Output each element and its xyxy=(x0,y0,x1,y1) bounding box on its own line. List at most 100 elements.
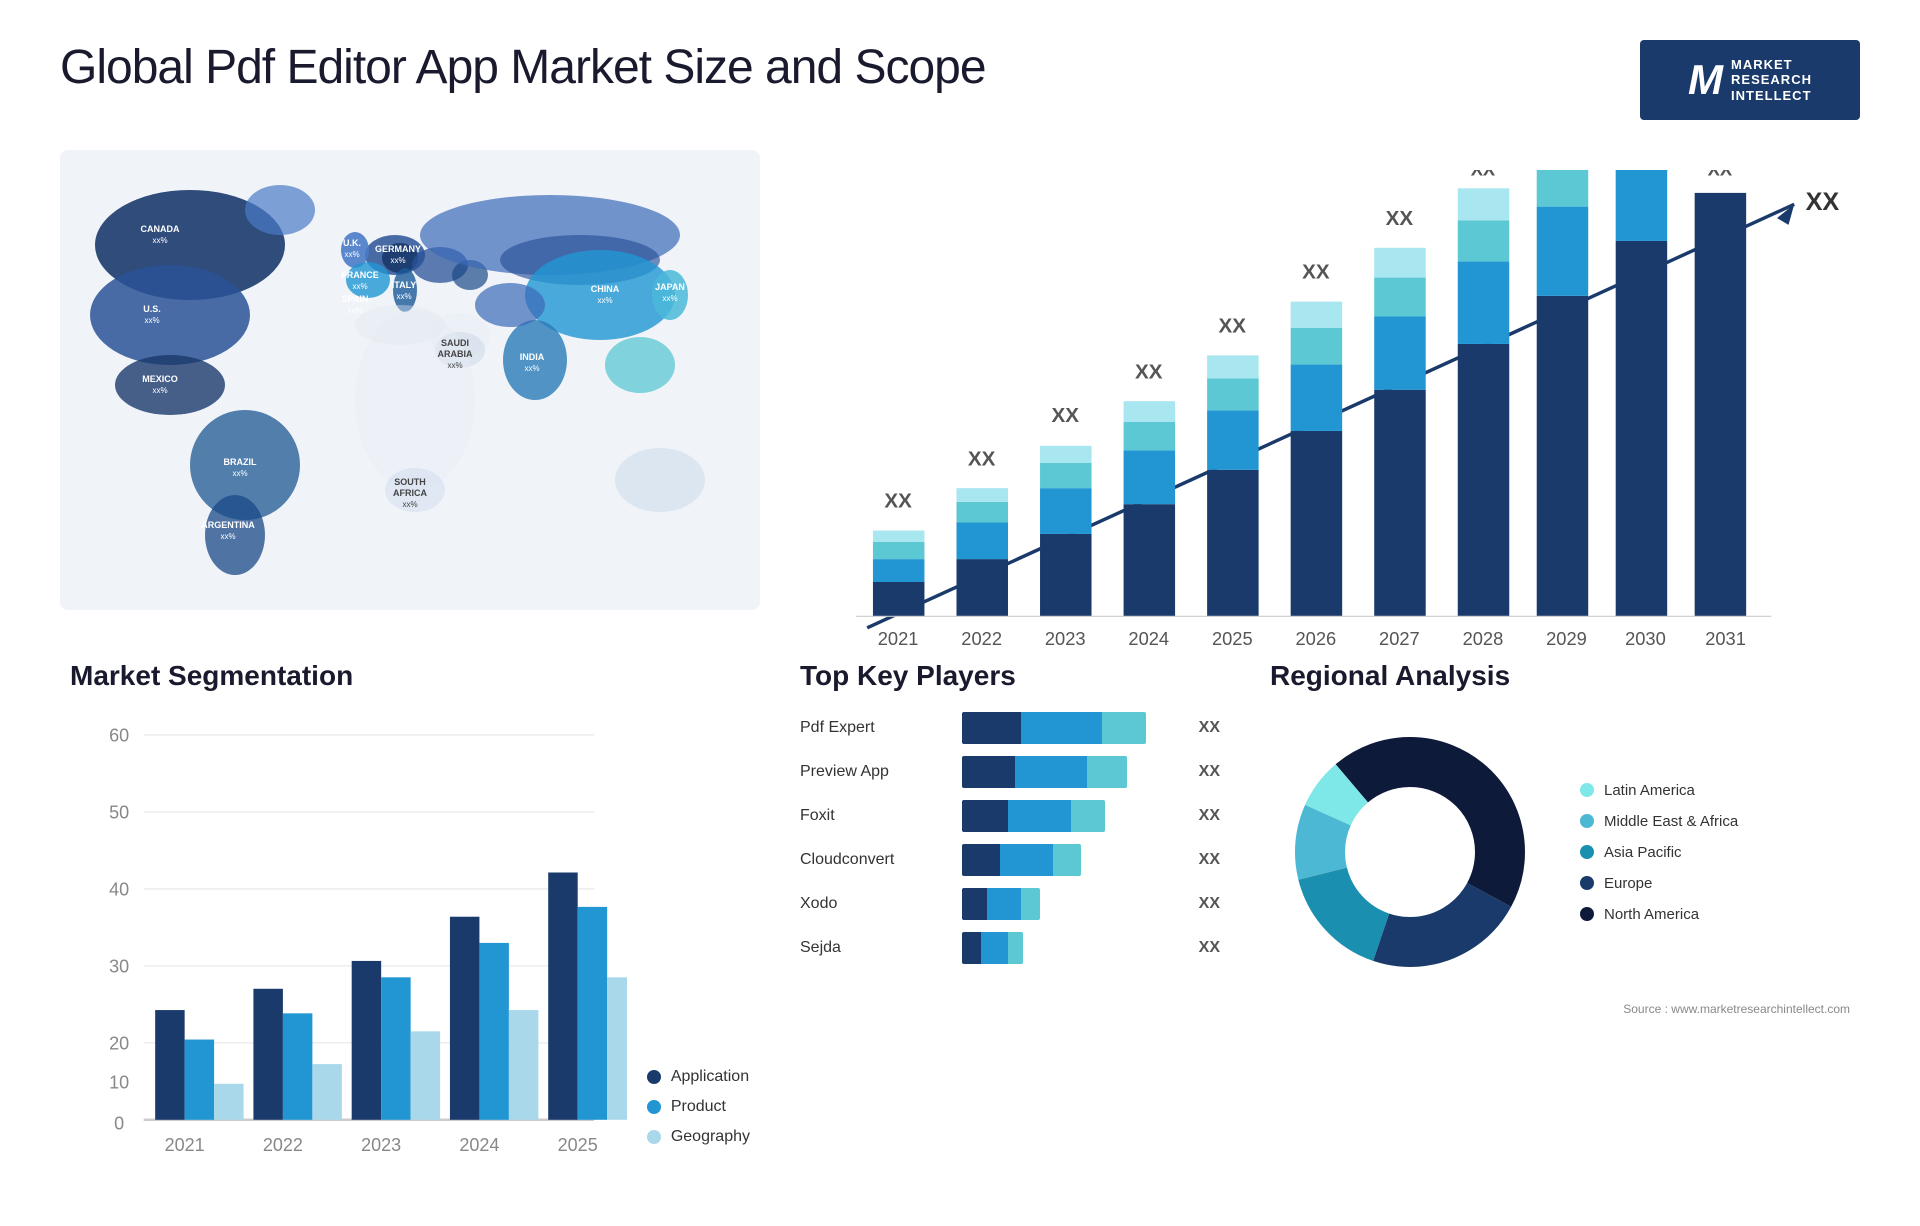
svg-text:2025: 2025 xyxy=(1212,628,1253,649)
map-section: CANADA xx% U.S. xx% MEXICO xx% BRAZIL xx… xyxy=(60,150,760,610)
svg-text:2031: 2031 xyxy=(1705,628,1746,649)
player-bar-container-0 xyxy=(962,712,1179,744)
player-bar-container-5 xyxy=(962,932,1179,964)
svg-text:xx%: xx% xyxy=(152,386,167,395)
svg-text:2027: 2027 xyxy=(1379,628,1420,649)
svg-text:XX: XX xyxy=(1386,207,1414,230)
legend-item-geography: Geography xyxy=(647,1128,750,1146)
svg-text:XX: XX xyxy=(1135,360,1163,383)
player-xx-3: XX xyxy=(1199,851,1220,869)
legend-item-product: Product xyxy=(647,1098,750,1116)
main-grid: CANADA xx% U.S. xx% MEXICO xx% BRAZIL xx… xyxy=(60,150,1860,1186)
players-section: Top Key Players Pdf Expert XX Preview Ap xyxy=(790,650,1230,1186)
logo-text: M MARKET RESEARCH INTELLECT xyxy=(1688,57,1812,104)
regional-label-north-america: North America xyxy=(1604,906,1699,923)
svg-text:ARGENTINA: ARGENTINA xyxy=(201,520,255,530)
logo-box: M MARKET RESEARCH INTELLECT xyxy=(1640,40,1860,120)
svg-text:2025: 2025 xyxy=(558,1135,598,1155)
regional-legend-europe: Europe xyxy=(1580,875,1738,892)
segmentation-section: Market Segmentation 60 50 40 30 20 10 0 xyxy=(60,650,760,1186)
player-name-4: Xodo xyxy=(800,895,950,913)
player-row: Xodo XX xyxy=(800,888,1220,920)
segmentation-svg: 60 50 40 30 20 10 0 xyxy=(70,712,627,1171)
svg-text:BRAZIL: BRAZIL xyxy=(224,457,257,467)
regional-dot-north-america xyxy=(1580,907,1594,921)
svg-text:XX: XX xyxy=(968,447,996,470)
legend-dot-application xyxy=(647,1070,661,1084)
logo-letter: M xyxy=(1688,59,1723,101)
svg-text:xx%: xx% xyxy=(402,500,417,509)
player-name-3: Cloudconvert xyxy=(800,851,950,869)
svg-text:U.K.: U.K. xyxy=(343,238,361,248)
svg-text:2022: 2022 xyxy=(263,1135,303,1155)
player-row: Preview App XX xyxy=(800,756,1220,788)
header: Global Pdf Editor App Market Size and Sc… xyxy=(60,40,1860,120)
source-text: Source : www.marketresearchintellect.com xyxy=(1270,1002,1850,1016)
svg-text:XX: XX xyxy=(884,490,912,513)
svg-text:XX: XX xyxy=(1471,170,1496,180)
svg-text:0: 0 xyxy=(114,1114,124,1134)
svg-text:JAPAN: JAPAN xyxy=(655,282,685,292)
svg-text:2030: 2030 xyxy=(1625,628,1666,649)
player-row: Pdf Expert XX xyxy=(800,712,1220,744)
svg-text:xx%: xx% xyxy=(396,292,411,301)
regional-dot-latin xyxy=(1580,783,1594,797)
legend-label-application: Application xyxy=(671,1068,749,1086)
svg-text:xx%: xx% xyxy=(390,256,405,265)
svg-text:2024: 2024 xyxy=(1128,628,1169,649)
svg-text:XX: XX xyxy=(1708,170,1733,180)
legend-item-application: Application xyxy=(647,1068,750,1086)
svg-text:XX: XX xyxy=(1806,188,1840,216)
svg-text:INDIA: INDIA xyxy=(520,352,545,362)
page-title: Global Pdf Editor App Market Size and Sc… xyxy=(60,40,986,95)
player-name-0: Pdf Expert xyxy=(800,719,950,737)
svg-text:2023: 2023 xyxy=(361,1135,401,1155)
svg-text:ARABIA: ARABIA xyxy=(438,349,473,359)
svg-text:xx%: xx% xyxy=(220,532,235,541)
regional-label-latin: Latin America xyxy=(1604,782,1695,799)
regional-legend: Latin America Middle East & Africa Asia … xyxy=(1580,782,1738,923)
player-name-5: Sejda xyxy=(800,939,950,957)
player-row: Cloudconvert XX xyxy=(800,844,1220,876)
svg-text:2023: 2023 xyxy=(1045,628,1086,649)
svg-text:CANADA: CANADA xyxy=(141,224,180,234)
svg-text:GERMANY: GERMANY xyxy=(375,244,421,254)
regional-label-asia: Asia Pacific xyxy=(1604,844,1682,861)
regional-section: Regional Analysis xyxy=(1260,650,1860,1186)
player-name-1: Preview App xyxy=(800,763,950,781)
svg-text:xx%: xx% xyxy=(352,282,367,291)
player-xx-5: XX xyxy=(1199,939,1220,957)
logo-words: MARKET RESEARCH INTELLECT xyxy=(1731,57,1812,104)
svg-text:ITALY: ITALY xyxy=(392,280,417,290)
svg-text:FRANCE: FRANCE xyxy=(341,270,379,280)
player-bar-container-4 xyxy=(962,888,1179,920)
player-bar-container-1 xyxy=(962,756,1179,788)
svg-text:2024: 2024 xyxy=(459,1135,499,1155)
svg-text:xx%: xx% xyxy=(232,469,247,478)
svg-text:10: 10 xyxy=(109,1073,129,1093)
world-map-svg: CANADA xx% U.S. xx% MEXICO xx% BRAZIL xx… xyxy=(60,150,760,610)
svg-text:xx%: xx% xyxy=(347,306,362,315)
regional-dot-mea xyxy=(1580,814,1594,828)
svg-text:SOUTH: SOUTH xyxy=(394,477,426,487)
seg-chart-area: 60 50 40 30 20 10 0 xyxy=(70,712,750,1176)
player-name-2: Foxit xyxy=(800,807,950,825)
legend-label-geography: Geography xyxy=(671,1128,750,1146)
svg-text:50: 50 xyxy=(109,802,129,822)
svg-text:xx%: xx% xyxy=(524,364,539,373)
regional-label-europe: Europe xyxy=(1604,875,1652,892)
regional-legend-asia: Asia Pacific xyxy=(1580,844,1738,861)
svg-text:2022: 2022 xyxy=(961,628,1002,649)
svg-text:XX: XX xyxy=(1302,261,1330,284)
svg-text:2029: 2029 xyxy=(1546,628,1587,649)
legend-dot-product xyxy=(647,1100,661,1114)
svg-text:2028: 2028 xyxy=(1463,628,1504,649)
player-bar-container-2 xyxy=(962,800,1179,832)
svg-text:AFRICA: AFRICA xyxy=(393,488,427,498)
svg-text:xx%: xx% xyxy=(152,236,167,245)
regional-legend-mea: Middle East & Africa xyxy=(1580,813,1738,830)
legend-dot-geography xyxy=(647,1130,661,1144)
donut-container: Latin America Middle East & Africa Asia … xyxy=(1270,712,1850,992)
svg-text:30: 30 xyxy=(109,956,129,976)
logo-line2: RESEARCH xyxy=(1731,72,1812,88)
